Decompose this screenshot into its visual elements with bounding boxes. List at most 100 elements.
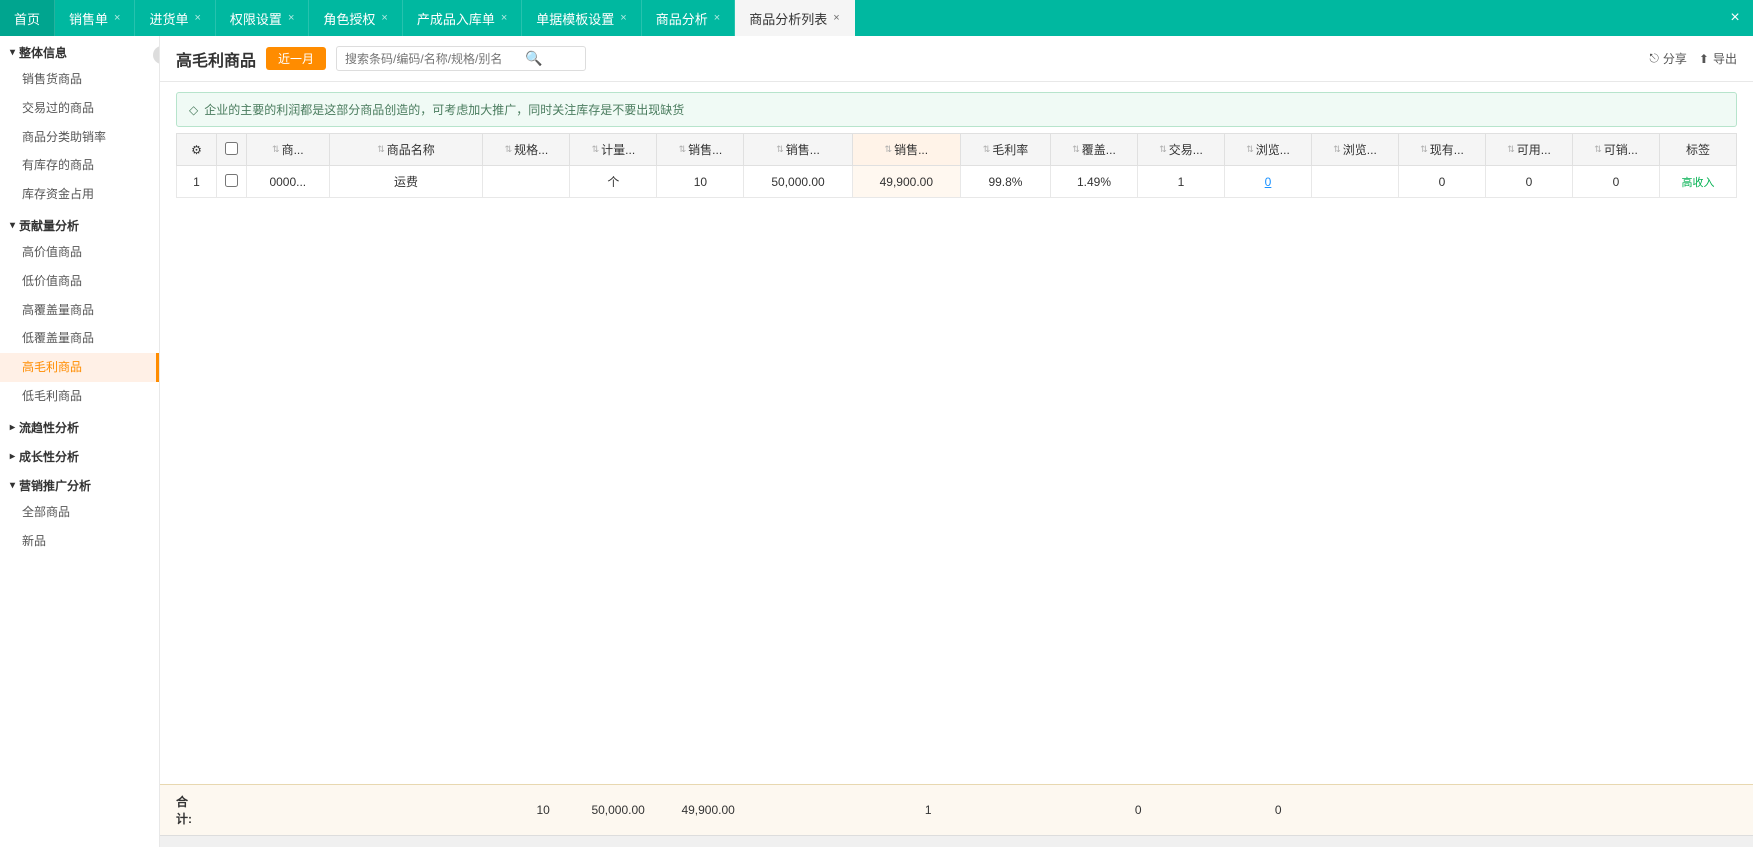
tag-high-income: 高收入: [1682, 177, 1715, 189]
sidebar-item-high-margin[interactable]: 高毛利商品: [0, 353, 159, 382]
col-tag[interactable]: 标签: [1660, 134, 1737, 166]
share-icon: ⎋: [1649, 51, 1659, 66]
sidebar-group-contribution[interactable]: ▾ 贡献量分析: [0, 209, 159, 238]
sort-icon: ⇅: [272, 144, 280, 155]
sidebar-group-growth[interactable]: ▾ 成长性分析: [0, 440, 159, 469]
sidebar-item-high-value[interactable]: 高价值商品: [0, 238, 159, 267]
sidebar-item-new-goods[interactable]: 新品: [0, 527, 159, 556]
horizontal-scrollbar[interactable]: [160, 835, 1753, 847]
nav-item-roles[interactable]: 角色授权 ×: [309, 0, 402, 36]
nav-item-product-analysis[interactable]: 商品分析 ×: [642, 0, 735, 36]
cell-sellable: 0: [1573, 166, 1660, 198]
row-checkbox[interactable]: [225, 174, 238, 187]
sidebar-group-overall[interactable]: ▾ 整体信息: [0, 36, 159, 65]
close-roles-tab[interactable]: ×: [381, 12, 387, 24]
main-layout: « ▾ 整体信息 销售货商品 交易过的商品 商品分类助销率 有库存的商品 库存资…: [0, 36, 1753, 847]
share-button[interactable]: ⎋ 分享: [1649, 50, 1687, 67]
sidebar-item-in-stock[interactable]: 有库存的商品: [0, 151, 159, 180]
col-sales-qty[interactable]: ⇅ 销售...: [657, 134, 744, 166]
sidebar-item-high-coverage[interactable]: 高覆盖量商品: [0, 296, 159, 325]
col-checkbox[interactable]: [217, 134, 247, 166]
content-header: 高毛利商品 近一月 🔍 ⎋ 分享 ⬆ 导出: [160, 36, 1753, 82]
cell-tag: 高收入: [1660, 166, 1737, 198]
cell-browse2: [1312, 166, 1399, 198]
sidebar-item-traded-goods[interactable]: 交易过的商品: [0, 94, 159, 123]
sidebar-item-stock-capital[interactable]: 库存资金占用: [0, 180, 159, 209]
arrow-right-icon-growth: ▾: [7, 454, 18, 459]
footer-sellable: 0: [1243, 803, 1313, 817]
close-product-analysis-tab[interactable]: ×: [714, 12, 720, 24]
close-analysis-list-tab[interactable]: ×: [833, 12, 839, 24]
col-sales-amount[interactable]: ⇅ 销售...: [744, 134, 852, 166]
sort-icon-qty: ⇅: [679, 144, 687, 155]
nav-item-home[interactable]: 首页: [0, 0, 55, 36]
col-sellable[interactable]: ⇅ 可销...: [1573, 134, 1660, 166]
sort-icon-amount: ⇅: [776, 144, 784, 155]
col-name[interactable]: ⇅ 商品名称: [329, 134, 483, 166]
cell-coverage: 1.49%: [1051, 166, 1138, 198]
table-row: 1 0000... 运费 个 10 50,000.00 49,900.00 99…: [177, 166, 1737, 198]
close-purchase-tab[interactable]: ×: [194, 12, 200, 24]
search-input[interactable]: [345, 52, 525, 66]
data-table: ⚙ ⇅ 商... ⇅: [176, 133, 1737, 198]
col-available[interactable]: ⇅ 可用...: [1486, 134, 1573, 166]
select-all-checkbox[interactable]: [225, 142, 238, 155]
nav-item-finished-goods[interactable]: 产成品入库单 ×: [403, 0, 522, 36]
col-browse2[interactable]: ⇅ 浏览...: [1312, 134, 1399, 166]
content-area: 高毛利商品 近一月 🔍 ⎋ 分享 ⬆ 导出 ◇ 企业的主要的利润都是这部分商品创…: [160, 36, 1753, 847]
export-button[interactable]: ⬆ 导出: [1699, 50, 1737, 67]
footer-sales-qty: 10: [513, 803, 573, 817]
col-gross-margin[interactable]: ⇅ 毛利率: [960, 134, 1050, 166]
sidebar-item-low-value[interactable]: 低价值商品: [0, 267, 159, 296]
sidebar-item-low-margin[interactable]: 低毛利商品: [0, 382, 159, 411]
col-code[interactable]: ⇅ 商...: [247, 134, 330, 166]
sidebar-group-trend[interactable]: ▾ 流趋性分析: [0, 411, 159, 440]
cell-unit: 个: [570, 166, 657, 198]
cell-code: 0000...: [247, 166, 330, 198]
cell-name: 运费: [329, 166, 483, 198]
nav-item-permissions[interactable]: 权限设置 ×: [216, 0, 309, 36]
nav-item-template[interactable]: 单据模板设置 ×: [522, 0, 641, 36]
arrow-down-icon-contribution: ▾: [10, 220, 15, 231]
sort-icon-name: ⇅: [377, 144, 385, 155]
sort-icon-unit: ⇅: [592, 144, 600, 155]
col-coverage[interactable]: ⇅ 覆盖...: [1051, 134, 1138, 166]
info-text: 企业的主要的利润都是这部分商品创造的，可考虑加大推广，同时关注库存是不要出现缺货: [204, 101, 684, 118]
sidebar-item-low-coverage[interactable]: 低覆盖量商品: [0, 324, 159, 353]
col-sales-profit[interactable]: ⇅ 销售...: [852, 134, 960, 166]
nav-item-sales[interactable]: 销售单 ×: [55, 0, 135, 36]
info-banner: ◇ 企业的主要的利润都是这部分商品创造的，可考虑加大推广，同时关注库存是不要出现…: [176, 92, 1737, 127]
sort-icon-profit: ⇅: [885, 144, 893, 155]
col-browse1[interactable]: ⇅ 浏览...: [1225, 134, 1312, 166]
sort-icon-sellable: ⇅: [1594, 144, 1602, 155]
cell-gross-margin: 99.8%: [960, 166, 1050, 198]
cell-browse1[interactable]: 0: [1225, 166, 1312, 198]
col-current-stock[interactable]: ⇅ 现有...: [1399, 134, 1486, 166]
search-icon[interactable]: 🔍: [525, 50, 542, 67]
close-template-tab[interactable]: ×: [620, 12, 626, 24]
close-finished-goods-tab[interactable]: ×: [501, 12, 507, 24]
sort-icon-browse1: ⇅: [1246, 144, 1254, 155]
settings-icon[interactable]: ⚙: [191, 143, 202, 157]
close-all-tabs-button[interactable]: ×: [1717, 0, 1753, 36]
nav-item-analysis-list[interactable]: 商品分析列表 ×: [735, 0, 854, 36]
sidebar-group-marketing[interactable]: ▾ 营销推广分析: [0, 469, 159, 498]
cell-sales-amount: 50,000.00: [744, 166, 852, 198]
sidebar-item-sales-goods[interactable]: 销售货商品: [0, 65, 159, 94]
cell-available: 0: [1486, 166, 1573, 198]
cell-sales-qty: 10: [657, 166, 744, 198]
sort-icon-stock: ⇅: [1420, 144, 1428, 155]
filter-recent-month-button[interactable]: 近一月: [266, 47, 326, 70]
col-unit[interactable]: ⇅ 计量...: [570, 134, 657, 166]
nav-item-purchase[interactable]: 进货单 ×: [135, 0, 215, 36]
sidebar-item-all-goods[interactable]: 全部商品: [0, 498, 159, 527]
cell-checkbox[interactable]: [217, 166, 247, 198]
col-spec[interactable]: ⇅ 规格...: [483, 134, 570, 166]
sidebar-item-category-rate[interactable]: 商品分类助销率: [0, 123, 159, 152]
info-icon: ◇: [189, 103, 198, 117]
cell-sales-profit: 49,900.00: [852, 166, 960, 198]
col-transaction[interactable]: ⇅ 交易...: [1138, 134, 1225, 166]
header-actions: ⎋ 分享 ⬆ 导出: [1649, 50, 1737, 67]
close-permissions-tab[interactable]: ×: [288, 12, 294, 24]
close-sales-tab[interactable]: ×: [114, 12, 120, 24]
